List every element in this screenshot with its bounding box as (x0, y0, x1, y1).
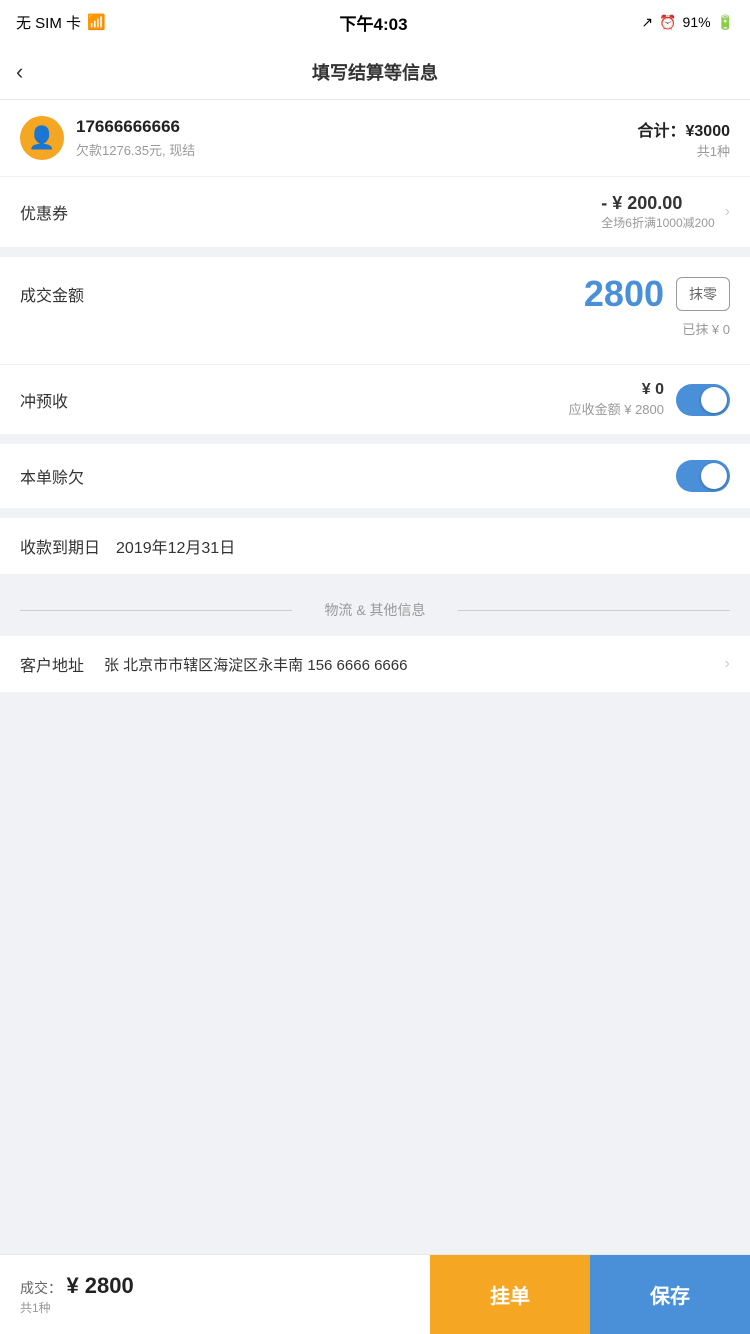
total-count: 共1种 (638, 141, 731, 160)
footer-info: 成交： ¥ 2800 共1种 (0, 1273, 430, 1316)
battery-label: 91% (683, 14, 711, 30)
deal-inner: 成交金额 2800 抹零 已抹 ¥ 0 (0, 257, 750, 354)
duedate-value: 2019年12月31日 (116, 534, 235, 558)
status-bar: 无 SIM 卡 📶 下午4:03 ↗ ⏰ 91% 🔋 (0, 0, 750, 44)
round-button[interactable]: 抹零 (676, 277, 730, 311)
deal-amount: 2800 (584, 273, 664, 315)
prereceive-sub: 应收金额 ¥ 2800 (569, 399, 664, 418)
back-button[interactable]: ‹ (16, 59, 23, 85)
status-left: 无 SIM 卡 📶 (16, 12, 106, 33)
prereceive-label: 冲预收 (20, 388, 68, 412)
footer-count: 共1种 (20, 1299, 410, 1316)
avatar: 👤 (20, 116, 64, 160)
divider-line-right (458, 610, 730, 611)
footer-deal-label: 成交： (20, 1280, 62, 1296)
deal-row: 成交金额 2800 抹零 (20, 273, 730, 315)
coupon-row[interactable]: 优惠券 - ¥ 200.00 全场6折满1000减200 › (0, 176, 750, 247)
save-button[interactable]: 保存 (590, 1255, 750, 1334)
divider-line-left (20, 610, 292, 611)
customer-phone: 17666666666 (76, 117, 195, 137)
sim-label: 无 SIM 卡 (16, 12, 81, 33)
deal-label: 成交金额 (20, 282, 84, 306)
content: 👤 17666666666 欠款1276.35元, 现结 合计：¥3000 共1… (0, 100, 750, 952)
duedate-label: 收款到期日 (20, 534, 100, 558)
deal-amount-area: 2800 抹零 (584, 273, 730, 315)
deal-section: 成交金额 2800 抹零 已抹 ¥ 0 冲预收 ¥ 0 应收金额 ¥ 2800 (0, 257, 750, 434)
logistics-divider: 物流 & 其他信息 (0, 584, 750, 636)
alarm-icon: ⏰ (659, 14, 676, 31)
address-section[interactable]: 客户地址 张 北京市市辖区海淀区永丰南 156 6666 6666 › (0, 636, 750, 692)
arrears-label: 本单赊欠 (20, 464, 84, 488)
coupon-label: 优惠券 (20, 200, 68, 224)
customer-row: 👤 17666666666 欠款1276.35元, 现结 合计：¥3000 共1… (0, 100, 750, 176)
prereceive-row: 冲预收 ¥ 0 应收金额 ¥ 2800 (20, 381, 730, 418)
bottom-gray-area (0, 692, 750, 872)
arrears-toggle[interactable] (676, 460, 730, 492)
prereceive-toggle[interactable] (676, 384, 730, 416)
hold-button[interactable]: 挂单 (430, 1255, 590, 1334)
arrears-section: 本单赊欠 (0, 444, 750, 508)
coupon-desc: 全场6折满1000减200 (601, 214, 714, 231)
prereceive-right: ¥ 0 应收金额 ¥ 2800 (569, 381, 730, 418)
address-value: 张 北京市市辖区海淀区永丰南 156 6666 6666 (104, 654, 717, 675)
deal-sub: 已抹 ¥ 0 (20, 319, 730, 338)
customer-section: 👤 17666666666 欠款1276.35元, 现结 合计：¥3000 共1… (0, 100, 750, 247)
avatar-icon: 👤 (28, 125, 55, 151)
status-right: ↗ ⏰ 91% 🔋 (641, 14, 734, 31)
location-icon: ↗ (641, 14, 653, 31)
address-label: 客户地址 (20, 652, 84, 676)
footer-deal-amount: ¥ 2800 (66, 1273, 133, 1298)
footer-deal-row: 成交： ¥ 2800 (20, 1273, 410, 1299)
footer: 成交： ¥ 2800 共1种 挂单 保存 (0, 1254, 750, 1334)
address-chevron: › (725, 655, 730, 673)
prereceive-section: 冲预收 ¥ 0 应收金额 ¥ 2800 (0, 364, 750, 434)
prereceive-amount-area: ¥ 0 应收金额 ¥ 2800 (569, 381, 664, 418)
coupon-right: - ¥ 200.00 全场6折满1000减200 › (601, 193, 730, 231)
status-time: 下午4:03 (340, 10, 408, 35)
total-amount: 合计：¥3000 (638, 117, 731, 141)
customer-left: 👤 17666666666 欠款1276.35元, 现结 (20, 116, 195, 160)
nav-bar: ‹ 填写结算等信息 (0, 44, 750, 100)
divider-text: 物流 & 其他信息 (324, 600, 425, 620)
page-title: 填写结算等信息 (312, 59, 438, 85)
wifi-icon: 📶 (87, 13, 106, 31)
battery-icon: 🔋 (717, 14, 734, 31)
customer-sub: 欠款1276.35元, 现结 (76, 140, 195, 159)
coupon-amount: - ¥ 200.00 (601, 193, 714, 214)
customer-right: 合计：¥3000 共1种 (638, 117, 731, 160)
coupon-info: - ¥ 200.00 全场6折满1000减200 (601, 193, 714, 231)
prereceive-amount: ¥ 0 (569, 381, 664, 399)
duedate-section: 收款到期日 2019年12月31日 (0, 518, 750, 574)
coupon-chevron: › (725, 203, 730, 221)
customer-info: 17666666666 欠款1276.35元, 现结 (76, 117, 195, 159)
